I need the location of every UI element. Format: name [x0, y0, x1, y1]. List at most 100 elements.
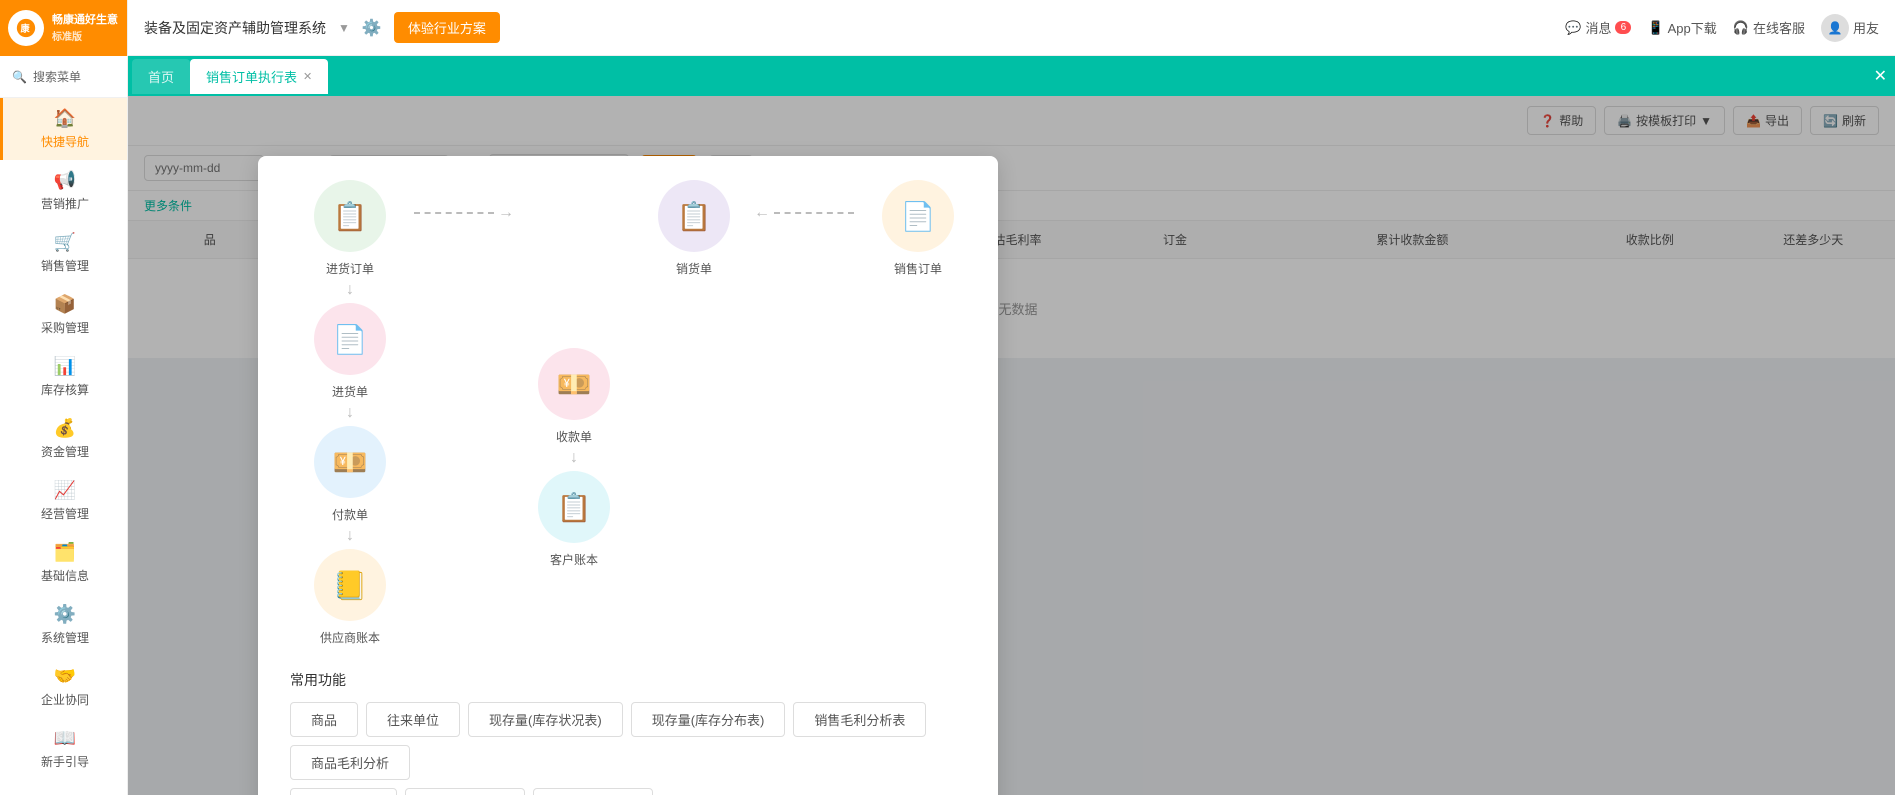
left-col: 📋 进货订单 ↓ 📄 进货单 ↓: [290, 180, 410, 646]
flow-supplier-ledger: 📒 供应商账本: [290, 549, 410, 646]
h-arrow-left: →: [410, 204, 514, 222]
btn-partners[interactable]: 往来单位: [366, 702, 460, 737]
arrow-down-3: ↓: [346, 527, 354, 545]
purchase-bill-label: 进货单: [332, 383, 368, 400]
middle-left-col: 💴 收款单 ↓ 📋 客户账本: [514, 180, 634, 568]
logo-sub: 标准版: [52, 28, 118, 43]
purchase-bill-icon: 📄: [333, 323, 368, 356]
tabbar: 首页 销售订单执行表 ✕ ✕: [128, 56, 1895, 96]
tab-home[interactable]: 首页: [132, 59, 190, 94]
flow-sales-bill: 📋 销货单: [634, 180, 754, 277]
sidebar-nav: 🏠 快捷导航 📢 营销推广 🛒 销售管理 📦 采购管理 📊 库存核算 💰: [0, 98, 127, 795]
search-icon: 🔍: [12, 70, 27, 84]
btn-product[interactable]: 商品: [290, 702, 358, 737]
sidebar-item-marketing[interactable]: 📢 营销推广: [0, 160, 127, 222]
operation-icon: 📈: [54, 480, 76, 501]
basic-info-icon: 🗂️: [54, 542, 76, 563]
sidebar-search: 🔍 搜索菜单: [0, 56, 127, 98]
btn-product-profit[interactable]: 商品毛利分析: [290, 745, 410, 780]
arrow-down-1: ↓: [346, 281, 354, 299]
btn-sales-profit[interactable]: 销售毛利分析表: [793, 702, 926, 737]
guide-icon: 📖: [54, 728, 76, 749]
purchase-order-label: 进货订单: [326, 260, 374, 277]
sales-col: 📋 销货单: [634, 180, 754, 277]
common-functions-section: 常用功能 商品 往来单位 现存量(库存状况表) 现存量(库存分布表) 销售毛利分…: [290, 670, 966, 795]
supplier-ledger-icon: 📒: [333, 569, 368, 602]
inventory-icon: 📊: [54, 356, 76, 377]
marketing-icon: 📢: [54, 170, 76, 191]
sales-order-circle: 📄: [882, 180, 954, 252]
payment-bill-icon: 💴: [333, 446, 368, 479]
flow-receipt-bill: 💴 收款单: [514, 348, 634, 445]
customer-ledger-label: 客户账本: [550, 551, 598, 568]
sidebar: 康 畅康通好生意 标准版 🔍 搜索菜单 🏠 快捷导航 📢 营销推广: [0, 0, 128, 795]
main-area: 装备及固定资产辅助管理系统 ▼ ⚙️ 体验行业方案 💬 消息 6 📱 App下载…: [128, 0, 1895, 795]
system-icon: ⚙️: [54, 604, 76, 625]
sidebar-item-finance[interactable]: 💰 资金管理: [0, 408, 127, 470]
app-download-item[interactable]: 📱 App下载: [1647, 18, 1716, 37]
payment-bill-circle: 💴: [314, 426, 386, 498]
sidebar-item-quick-nav[interactable]: 🏠 快捷导航: [0, 98, 127, 160]
sales-bill-icon: 📋: [677, 200, 712, 233]
common-functions-title: 常用功能: [290, 670, 966, 690]
experience-btn[interactable]: 体验行业方案: [394, 12, 500, 43]
flow-diagram: 📋 进货订单 ↓ 📄 进货单 ↓: [290, 180, 966, 646]
receipt-bill-circle: 💴: [538, 348, 610, 420]
sidebar-item-basic-info[interactable]: 🗂️ 基础信息: [0, 532, 127, 594]
sidebar-item-enterprise[interactable]: 🤝 企业协同: [0, 656, 127, 718]
online-service-item[interactable]: 🎧 在线客服: [1733, 18, 1805, 37]
download-icon: 📱: [1647, 20, 1663, 36]
sales-bill-label: 销货单: [676, 260, 712, 277]
sidebar-item-sales[interactable]: 🛒 销售管理: [0, 222, 127, 284]
flow-sales-order: 📄 销售订单: [858, 180, 978, 277]
system-title: 装备及固定资产辅助管理系统: [144, 18, 326, 38]
search-menu-button[interactable]: 🔍 搜索菜单: [8, 64, 119, 89]
user-item[interactable]: 👤 用友: [1821, 14, 1879, 42]
logo-icon: 康: [8, 10, 44, 46]
receipt-bill-label: 收款单: [556, 428, 592, 445]
receipt-bill-icon: 💴: [557, 368, 592, 401]
topbar: 装备及固定资产辅助管理系统 ▼ ⚙️ 体验行业方案 💬 消息 6 📱 App下载…: [128, 0, 1895, 56]
common-functions-buttons: 商品 往来单位 现存量(库存状况表) 现存量(库存分布表) 销售毛利分析表 商品…: [290, 702, 966, 780]
right-part: 📋 销货单 ← 📄: [634, 180, 978, 277]
customer-ledger-circle: 📋: [538, 471, 610, 543]
h-arrow-right: ←: [754, 204, 858, 222]
quick-nav-icon: 🏠: [54, 108, 76, 129]
sidebar-item-inventory[interactable]: 📊 库存核算: [0, 346, 127, 408]
sales-order-label: 销售订单: [894, 260, 942, 277]
supplier-ledger-circle: 📒: [314, 549, 386, 621]
receipt-col: 💴 收款单 ↓ 📋 客户账本: [514, 348, 634, 568]
tab-sales-order[interactable]: 销售订单执行表 ✕: [190, 59, 328, 94]
btn-stock-status[interactable]: 现存量(库存状况表): [468, 702, 623, 737]
purchase-icon: 📦: [54, 294, 76, 315]
message-icon: 💬: [1565, 20, 1581, 36]
window-close-button[interactable]: ✕: [1874, 66, 1887, 86]
flow-payment-bill: 💴 付款单: [290, 426, 410, 523]
settings-icon[interactable]: ⚙️: [362, 18, 382, 38]
common-functions-buttons-2: 销售排行榜 收款情况统计 付款情况统计: [290, 788, 966, 795]
tab-close-icon[interactable]: ✕: [303, 70, 312, 83]
customer-ledger-icon: 📋: [557, 491, 592, 524]
sales-bill-circle: 📋: [658, 180, 730, 252]
message-item[interactable]: 💬 消息 6: [1565, 18, 1631, 37]
btn-payment-stats[interactable]: 付款情况统计: [533, 788, 653, 795]
topbar-right: 💬 消息 6 📱 App下载 🎧 在线客服 👤 用友: [1565, 14, 1879, 42]
sidebar-item-purchase[interactable]: 📦 采购管理: [0, 284, 127, 346]
enterprise-icon: 🤝: [54, 666, 76, 687]
title-dropdown-icon[interactable]: ▼: [338, 21, 350, 35]
btn-stock-dist[interactable]: 现存量(库存分布表): [631, 702, 786, 737]
sidebar-item-system[interactable]: ⚙️ 系统管理: [0, 594, 127, 656]
btn-receipt-stats[interactable]: 收款情况统计: [405, 788, 525, 795]
sidebar-item-guide[interactable]: 📖 新手引导: [0, 718, 127, 780]
sidebar-item-operation[interactable]: 📈 经营管理: [0, 470, 127, 532]
arrow-down-2: ↓: [346, 404, 354, 422]
sales-order-icon: 📄: [901, 200, 936, 233]
payment-bill-label: 付款单: [332, 506, 368, 523]
btn-sales-rank[interactable]: 销售排行榜: [290, 788, 397, 795]
content-area: ❓ 帮助 🖨️ 按模板打印 ▼ 📤 导出 🔄 刷新: [128, 96, 1895, 795]
arrow-down-5: ↓: [570, 449, 578, 467]
logo-text: 畅康通好生意: [52, 13, 118, 28]
service-icon: 🎧: [1733, 20, 1749, 36]
sales-icon: 🛒: [54, 232, 76, 253]
finance-icon: 💰: [54, 418, 76, 439]
